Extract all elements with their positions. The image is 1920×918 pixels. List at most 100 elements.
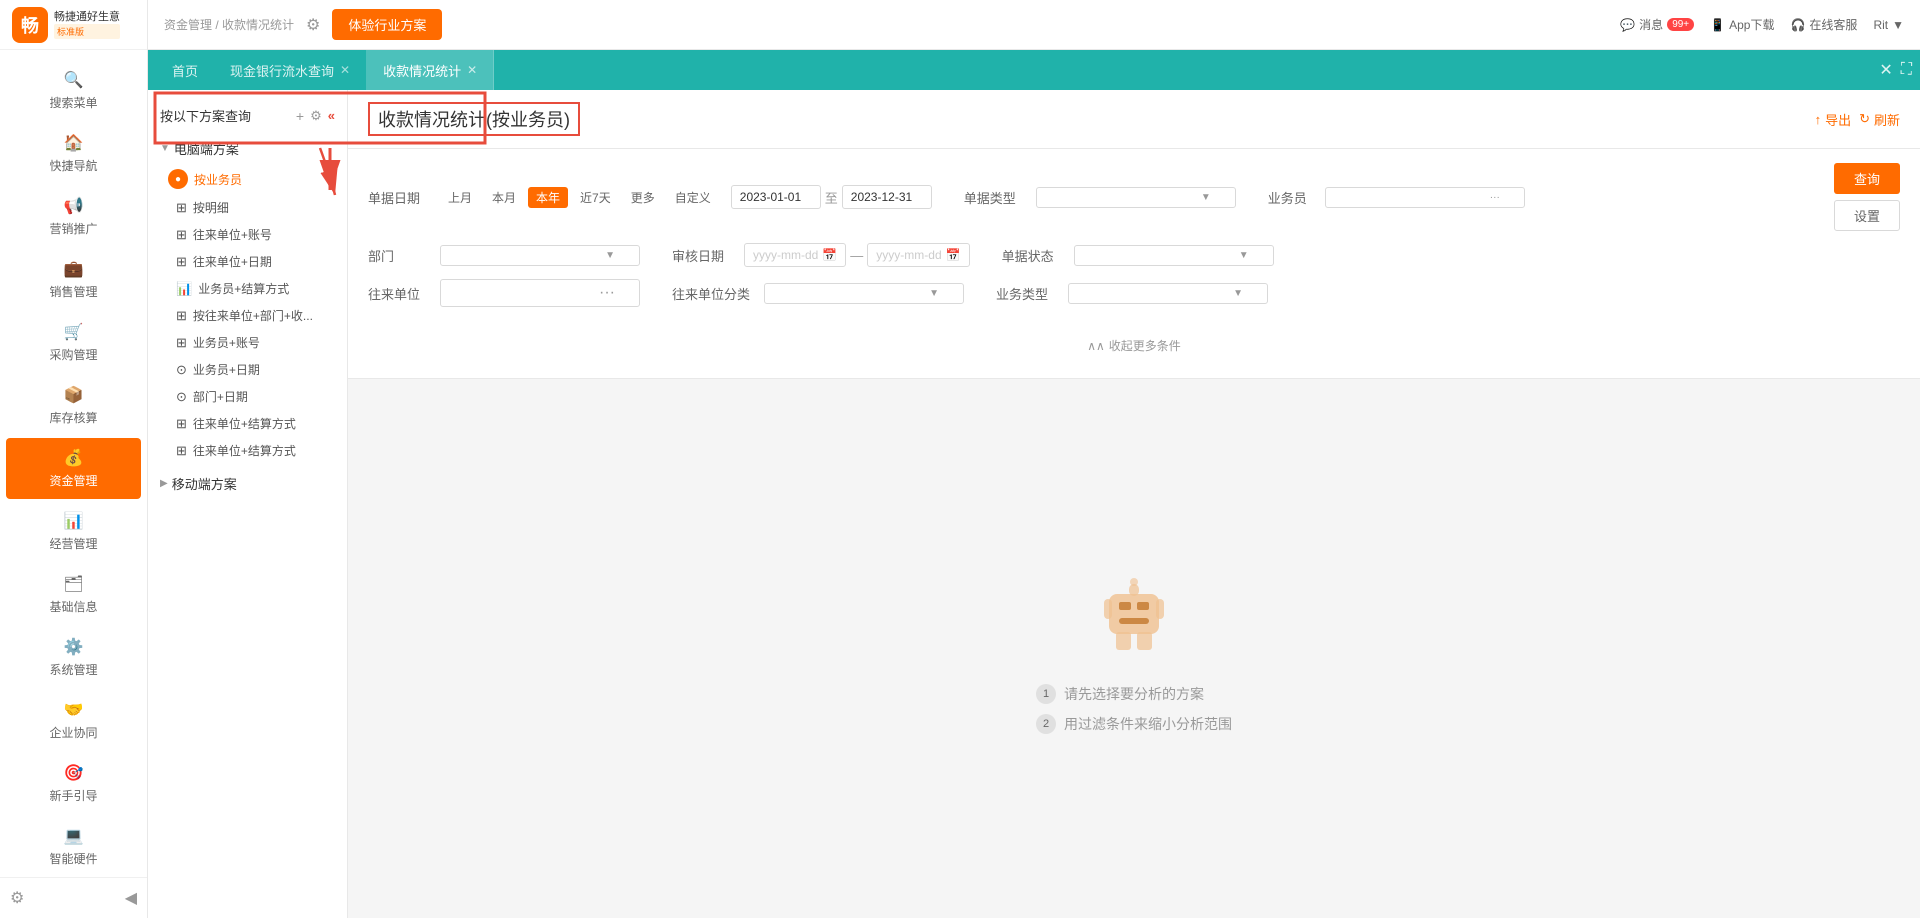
tree-item-salesperson-settlement[interactable]: 📊 业务员+结算方式: [148, 275, 347, 302]
unit-dots-icon[interactable]: ···: [599, 284, 615, 302]
left-panel: 按以下方案查询 + ⚙ « ▼ 电脑端方案 ● 按业务员: [148, 90, 348, 918]
query-button[interactable]: 查询: [1834, 163, 1900, 194]
step-1-text: 请先选择要分析的方案: [1064, 684, 1204, 704]
date-tab-7days[interactable]: 近7天: [572, 187, 619, 208]
tree-item-salesperson[interactable]: ● 按业务员: [148, 164, 347, 194]
sidebar-item-label: 资金管理: [49, 472, 97, 489]
trial-button[interactable]: 体验行业方案: [332, 9, 442, 40]
empty-steps: 1 请先选择要分析的方案 2 用过滤条件来缩小分析范围: [1036, 684, 1232, 734]
sidebar-item-basic[interactable]: 🗂 基础信息: [6, 564, 141, 625]
tree-mobile-section: ▶ 移动端方案: [148, 468, 347, 499]
tree-item-detail[interactable]: ⊞ 按明细: [148, 194, 347, 221]
sidebar-item-hardware[interactable]: 💻 智能硬件: [6, 816, 141, 877]
online-service-btn[interactable]: 🎧 在线客服: [1790, 16, 1857, 33]
panel-header-icons: + ⚙ «: [296, 108, 335, 124]
biz-type-arrow-icon: ▼: [1233, 288, 1243, 299]
tree-desktop-parent[interactable]: ▼ 电脑端方案: [148, 133, 347, 164]
tree-item-unit-account-label: 往来单位+账号: [193, 226, 272, 243]
purchase-nav-icon: 🛒: [64, 322, 84, 342]
tab-bank-close-icon[interactable]: ✕: [340, 63, 350, 77]
tree-item-unit-settlement2[interactable]: ⊞ 往来单位+结算方式: [148, 437, 347, 464]
panel-settings-icon[interactable]: ⚙: [310, 108, 322, 124]
panel-collapse-icon[interactable]: «: [328, 108, 335, 123]
tree-mobile-parent[interactable]: ▶ 移动端方案: [148, 468, 347, 499]
refresh-btn[interactable]: ↻ 刷新: [1859, 110, 1900, 129]
tree-desktop-section: ▼ 电脑端方案 ● 按业务员 ⊞ 按明细 ⊞ 往来单位+账号 ⊞: [148, 133, 347, 464]
tab-bank[interactable]: 现金银行流水查询 ✕: [214, 50, 367, 90]
tree-item-icon: ⊞: [176, 443, 187, 459]
date-tab-last-month[interactable]: 上月: [440, 187, 480, 208]
date-tab-custom[interactable]: 自定义: [667, 187, 719, 208]
salesperson-select[interactable]: ···: [1325, 187, 1525, 208]
tab-expand-icon[interactable]: ⛶: [1901, 61, 1912, 79]
collapse-btn[interactable]: ∧∧ 收起更多条件: [1075, 333, 1193, 358]
date-tab-this-month[interactable]: 本月: [484, 187, 524, 208]
empty-step-1: 1 请先选择要分析的方案: [1036, 684, 1232, 704]
sidebar-item-operations[interactable]: 📊 经营管理: [6, 501, 141, 562]
sidebar-item-purchase[interactable]: 🛒 采购管理: [6, 312, 141, 373]
sidebar-item-finance[interactable]: 💰 资金管理: [6, 438, 141, 499]
refresh-icon: ↻: [1859, 111, 1870, 127]
tab-home[interactable]: 首页: [156, 61, 214, 80]
sidebar-item-sales[interactable]: 💼 销售管理: [6, 249, 141, 310]
tree-item-unit-account[interactable]: ⊞ 往来单位+账号: [148, 221, 347, 248]
tab-collection-label: 收款情况统计: [383, 61, 461, 80]
biz-type-select[interactable]: ▼: [1068, 283, 1268, 304]
date-start-input[interactable]: [731, 185, 821, 209]
tree-item-unit-settlement1[interactable]: ⊞ 往来单位+结算方式: [148, 410, 347, 437]
tree-item-icon: ⊞: [176, 308, 187, 324]
date-label: 单据日期: [368, 188, 428, 207]
inventory-nav-icon: 📦: [64, 385, 84, 405]
date-tab-this-year[interactable]: 本年: [528, 187, 568, 208]
panel-add-icon[interactable]: +: [296, 108, 304, 124]
export-btn[interactable]: ↑ 导出: [1815, 110, 1852, 129]
unit-category-select[interactable]: ▼: [764, 283, 964, 304]
finance-nav-icon: 💰: [64, 448, 84, 468]
review-date-range: yyyy-mm-dd 📅 — yyyy-mm-dd 📅: [744, 243, 970, 267]
sidebar-settings-icon[interactable]: ⚙: [10, 888, 24, 908]
sidebar-item-search[interactable]: 🔍 搜索菜单: [6, 60, 141, 121]
search-nav-icon: 🔍: [64, 70, 84, 90]
voucher-type-select[interactable]: ▼: [1036, 187, 1236, 208]
tab-collection-close-icon[interactable]: ✕: [467, 63, 477, 77]
review-date-start-value: yyyy-mm-dd: [753, 248, 818, 262]
sidebar-item-marketing[interactable]: 📢 营销推广: [6, 186, 141, 247]
sidebar-collapse-icon[interactable]: ◀: [125, 888, 137, 908]
tree-item-unit-dept[interactable]: ⊞ 按往来单位+部门+收...: [148, 302, 347, 329]
dept-select[interactable]: ▼: [440, 245, 640, 266]
filter-settings-button[interactable]: 设置: [1834, 200, 1900, 231]
sidebar-item-inventory[interactable]: 📦 库存核算: [6, 375, 141, 436]
tab-close-all-icon[interactable]: ✕: [1879, 60, 1892, 80]
topbar-settings-icon[interactable]: ⚙: [306, 15, 320, 35]
unit-category-arrow-icon: ▼: [929, 288, 939, 299]
tree-item-sa-label: 业务员+账号: [193, 334, 260, 351]
messages-btn[interactable]: 💬 消息 99+: [1620, 16, 1694, 33]
review-date-start-picker[interactable]: yyyy-mm-dd 📅: [744, 243, 846, 267]
tree-item-unit-date[interactable]: ⊞ 往来单位+日期: [148, 248, 347, 275]
tree-item-icon: ⊙: [176, 362, 187, 378]
date-tab-more[interactable]: 更多: [623, 187, 663, 208]
review-date-sep: —: [850, 248, 863, 263]
sidebar-item-enterprise[interactable]: 🤝 企业协同: [6, 690, 141, 751]
page-header: 收款情况统计(按业务员) ↑ 导出 ↻ 刷新: [348, 90, 1920, 149]
doc-status-select[interactable]: ▼: [1074, 245, 1274, 266]
date-range: 至: [731, 185, 932, 209]
review-date-end-value: yyyy-mm-dd: [876, 248, 941, 262]
user-avatar[interactable]: Rit ▼: [1873, 18, 1904, 32]
tree-item-dept-date[interactable]: ⊙ 部门+日期: [148, 383, 347, 410]
review-date-end-picker[interactable]: yyyy-mm-dd 📅: [867, 243, 969, 267]
date-end-input[interactable]: [842, 185, 932, 209]
sidebar-item-guide[interactable]: 🎯 新手引导: [6, 753, 141, 814]
unit-select[interactable]: ···: [440, 279, 640, 307]
unit-label: 往来单位: [368, 284, 428, 303]
sidebar-item-system[interactable]: ⚙️ 系统管理: [6, 627, 141, 688]
tree-item-salesperson-date[interactable]: ⊙ 业务员+日期: [148, 356, 347, 383]
tree-item-salesperson-account[interactable]: ⊞ 业务员+账号: [148, 329, 347, 356]
page-title-area: 收款情况统计(按业务员): [368, 102, 580, 136]
app-download-btn[interactable]: 📱 App下载: [1710, 16, 1774, 33]
sidebar-item-quicknav[interactable]: 🏠 快捷导航: [6, 123, 141, 184]
tree-desktop-label: 电脑端方案: [174, 139, 239, 158]
dept-arrow-icon: ▼: [605, 250, 615, 261]
tab-collection[interactable]: 收款情况统计 ✕: [367, 50, 494, 90]
sidebar-item-label: 基础信息: [49, 598, 97, 615]
